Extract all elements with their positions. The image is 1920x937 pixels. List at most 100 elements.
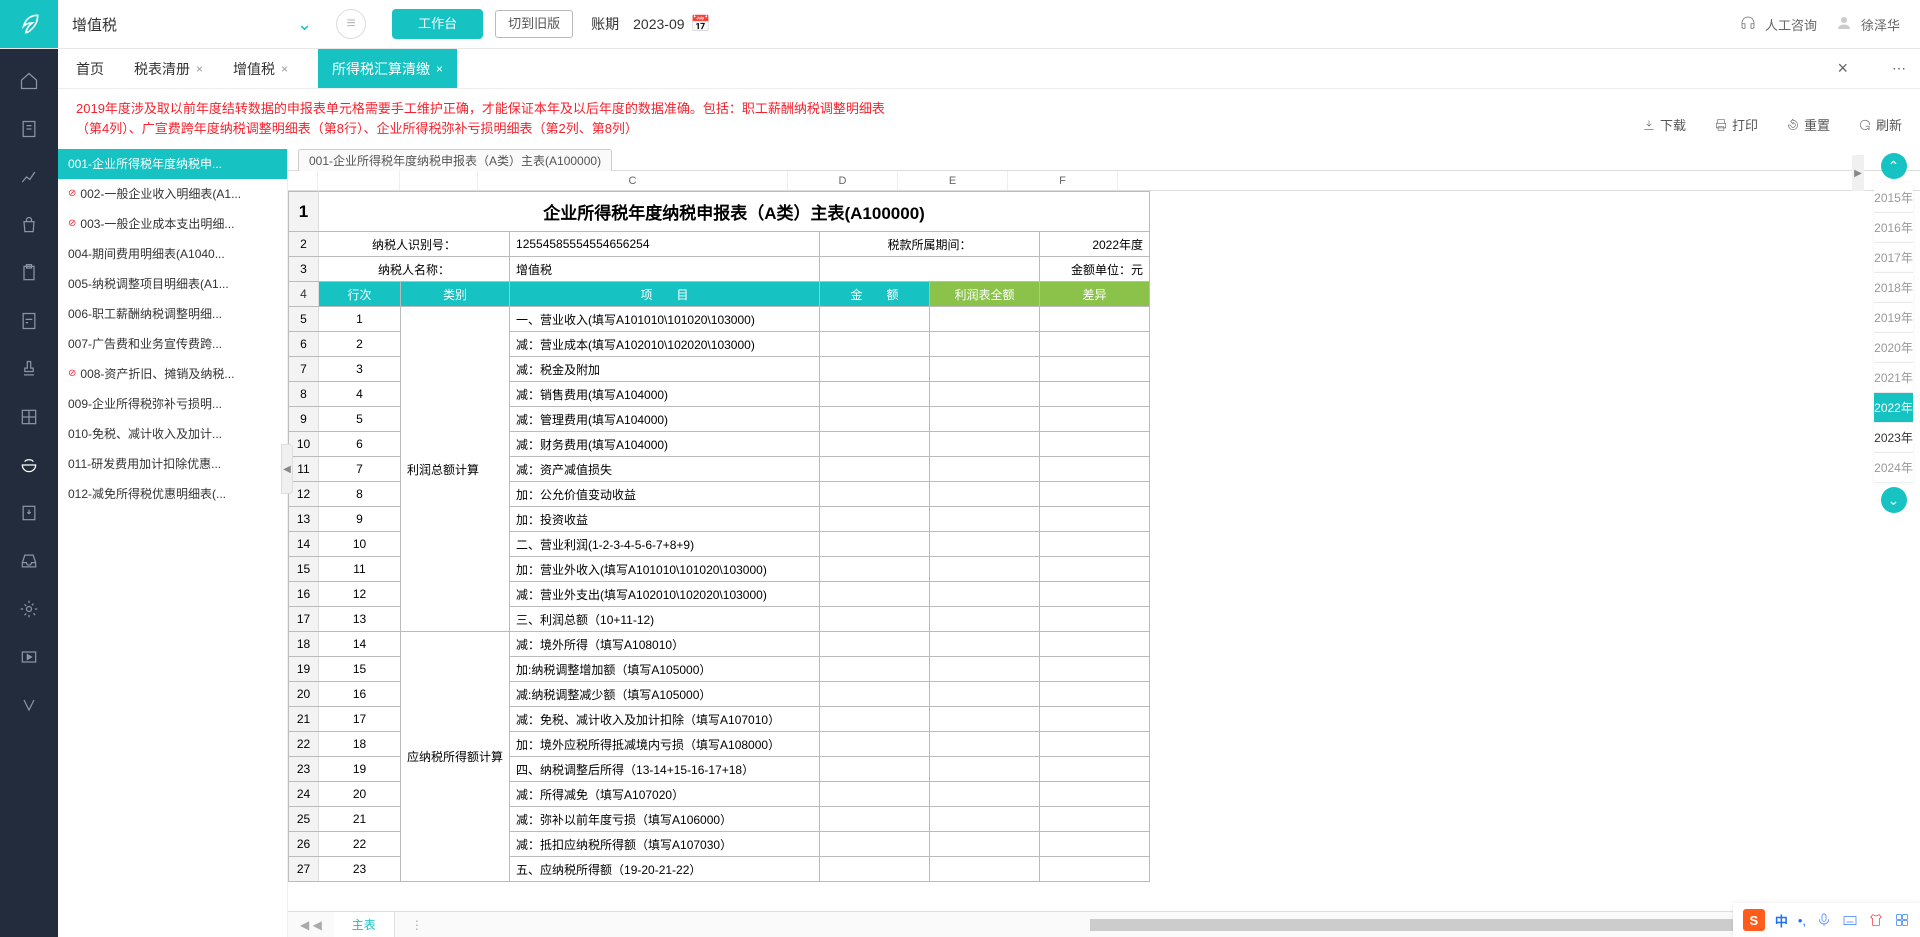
- value-cell[interactable]: [930, 757, 1040, 782]
- cell[interactable]: 增值税: [510, 257, 820, 282]
- item-cell[interactable]: 减：抵扣应纳税所得额（填写A107030）: [510, 832, 820, 857]
- year-item[interactable]: 2020年: [1874, 333, 1913, 363]
- item-cell[interactable]: 一、营业收入(填写A101010\101020\103000): [510, 307, 820, 332]
- item-cell[interactable]: 减：营业外支出(填写A102010\102020\103000): [510, 582, 820, 607]
- form-list-item[interactable]: ⊘008-资产折旧、摊销及纳税...: [58, 359, 287, 389]
- value-cell[interactable]: [820, 457, 930, 482]
- download-button[interactable]: 下载: [1642, 115, 1686, 134]
- company-name[interactable]: 增值税: [72, 14, 117, 35]
- value-cell[interactable]: [930, 532, 1040, 557]
- close-icon[interactable]: ×: [436, 62, 443, 76]
- item-cell[interactable]: 加：营业外收入(填写A101010\101020\103000): [510, 557, 820, 582]
- value-cell[interactable]: [1040, 407, 1150, 432]
- item-cell[interactable]: 加：投资收益: [510, 507, 820, 532]
- year-item[interactable]: 2021年: [1874, 363, 1913, 393]
- list-icon-button[interactable]: ≡: [336, 9, 366, 39]
- value-cell[interactable]: [1040, 682, 1150, 707]
- form-list-item[interactable]: 010-免税、减计收入及加计...: [58, 419, 287, 449]
- value-cell[interactable]: [820, 857, 930, 882]
- item-cell[interactable]: 减:纳税调整减少额（填写A105000）: [510, 682, 820, 707]
- value-cell[interactable]: [930, 457, 1040, 482]
- nav-stamp-icon[interactable]: [17, 357, 41, 381]
- value-cell[interactable]: [930, 632, 1040, 657]
- cell[interactable]: 15: [319, 657, 401, 682]
- nav-video-icon[interactable]: [17, 645, 41, 669]
- form-list-item[interactable]: 011-研发费用加计扣除优惠...: [58, 449, 287, 479]
- calendar-icon[interactable]: 📅: [691, 14, 711, 34]
- value-cell[interactable]: [930, 382, 1040, 407]
- value-cell[interactable]: [1040, 757, 1150, 782]
- value-cell[interactable]: [820, 482, 930, 507]
- form-list-item[interactable]: 001-企业所得税年度纳税申...: [58, 149, 287, 179]
- item-cell[interactable]: 三、利润总额（10+11-12): [510, 607, 820, 632]
- item-cell[interactable]: 二、营业利润(1-2-3-4-5-6-7+8+9): [510, 532, 820, 557]
- value-cell[interactable]: [820, 307, 930, 332]
- nav-drawer-icon[interactable]: [17, 549, 41, 573]
- value-cell[interactable]: [820, 582, 930, 607]
- value-cell[interactable]: [930, 357, 1040, 382]
- keyboard-icon[interactable]: [1842, 912, 1858, 928]
- item-cell[interactable]: 减：资产减值损失: [510, 457, 820, 482]
- value-cell[interactable]: [820, 707, 930, 732]
- value-cell[interactable]: [930, 332, 1040, 357]
- cell[interactable]: 11: [319, 557, 401, 582]
- headset-icon[interactable]: [1739, 14, 1757, 35]
- nav-chart-icon[interactable]: [17, 165, 41, 189]
- value-cell[interactable]: [930, 507, 1040, 532]
- cell[interactable]: 13: [319, 607, 401, 632]
- cell[interactable]: 18: [319, 732, 401, 757]
- value-cell[interactable]: [1040, 432, 1150, 457]
- value-cell[interactable]: [1040, 857, 1150, 882]
- nav-doc-icon[interactable]: [17, 117, 41, 141]
- value-cell[interactable]: [1040, 807, 1150, 832]
- nav-bowl-icon[interactable]: [17, 453, 41, 477]
- skin-icon[interactable]: [1868, 912, 1884, 928]
- avatar-icon[interactable]: [1835, 14, 1853, 35]
- collapse-right-icon[interactable]: ▶: [1852, 155, 1864, 191]
- ime-lang[interactable]: 中: [1775, 911, 1788, 930]
- nav-clipboard-icon[interactable]: [17, 261, 41, 285]
- company-caret-icon[interactable]: ⌄: [297, 14, 312, 35]
- form-list-item[interactable]: ⊘002-一般企业收入明细表(A1...: [58, 179, 287, 209]
- item-cell[interactable]: 五、应纳税所得额（19-20-21-22）: [510, 857, 820, 882]
- form-list-item[interactable]: 006-职工薪酬纳税调整明细...: [58, 299, 287, 329]
- value-cell[interactable]: [820, 807, 930, 832]
- value-cell[interactable]: [820, 357, 930, 382]
- year-item[interactable]: 2023年: [1874, 423, 1913, 453]
- value-cell[interactable]: [1040, 507, 1150, 532]
- item-cell[interactable]: 加：境外应税所得抵减境内亏损（填写A108000）: [510, 732, 820, 757]
- tabs-more-icon[interactable]: ⋯: [1892, 60, 1906, 77]
- tab-income-tax[interactable]: 所得税汇算清缴×: [318, 49, 457, 88]
- app-logo[interactable]: [0, 0, 58, 48]
- value-cell[interactable]: [930, 407, 1040, 432]
- cell[interactable]: 16: [319, 682, 401, 707]
- item-cell[interactable]: 四、纳税调整后所得（13-14+15-16-17+18）: [510, 757, 820, 782]
- form-list-item[interactable]: 009-企业所得税弥补亏损明...: [58, 389, 287, 419]
- value-cell[interactable]: [820, 732, 930, 757]
- value-cell[interactable]: [1040, 557, 1150, 582]
- workbench-button[interactable]: 工作台: [392, 9, 483, 39]
- value-cell[interactable]: [930, 557, 1040, 582]
- cell[interactable]: 1: [319, 307, 401, 332]
- value-cell[interactable]: [820, 532, 930, 557]
- year-item[interactable]: 2019年: [1874, 303, 1913, 333]
- cell[interactable]: 20: [319, 782, 401, 807]
- spreadsheet-table[interactable]: 1企业所得税年度纳税申报表（A类）主表(A100000) 2纳税人识别号：125…: [288, 191, 1150, 882]
- item-cell[interactable]: 加:纳税调整增加额（填写A105000）: [510, 657, 820, 682]
- close-icon[interactable]: ×: [281, 62, 288, 76]
- print-button[interactable]: 打印: [1714, 115, 1758, 134]
- value-cell[interactable]: [930, 482, 1040, 507]
- cell[interactable]: 22: [319, 832, 401, 857]
- value-cell[interactable]: [820, 657, 930, 682]
- year-item[interactable]: 2018年: [1874, 273, 1913, 303]
- cell[interactable]: 14: [319, 632, 401, 657]
- value-cell[interactable]: [820, 432, 930, 457]
- sheet-nav-prev-icon[interactable]: ◀ ◀: [288, 918, 334, 932]
- nav-home-icon[interactable]: [17, 69, 41, 93]
- user-name[interactable]: 徐泽华: [1861, 15, 1900, 34]
- refresh-button[interactable]: 刷新: [1858, 115, 1902, 134]
- scrollbar-thumb[interactable]: [1090, 919, 1770, 931]
- tab-vat[interactable]: 增值税×: [233, 49, 288, 88]
- value-cell[interactable]: [1040, 832, 1150, 857]
- nav-bag-icon[interactable]: [17, 213, 41, 237]
